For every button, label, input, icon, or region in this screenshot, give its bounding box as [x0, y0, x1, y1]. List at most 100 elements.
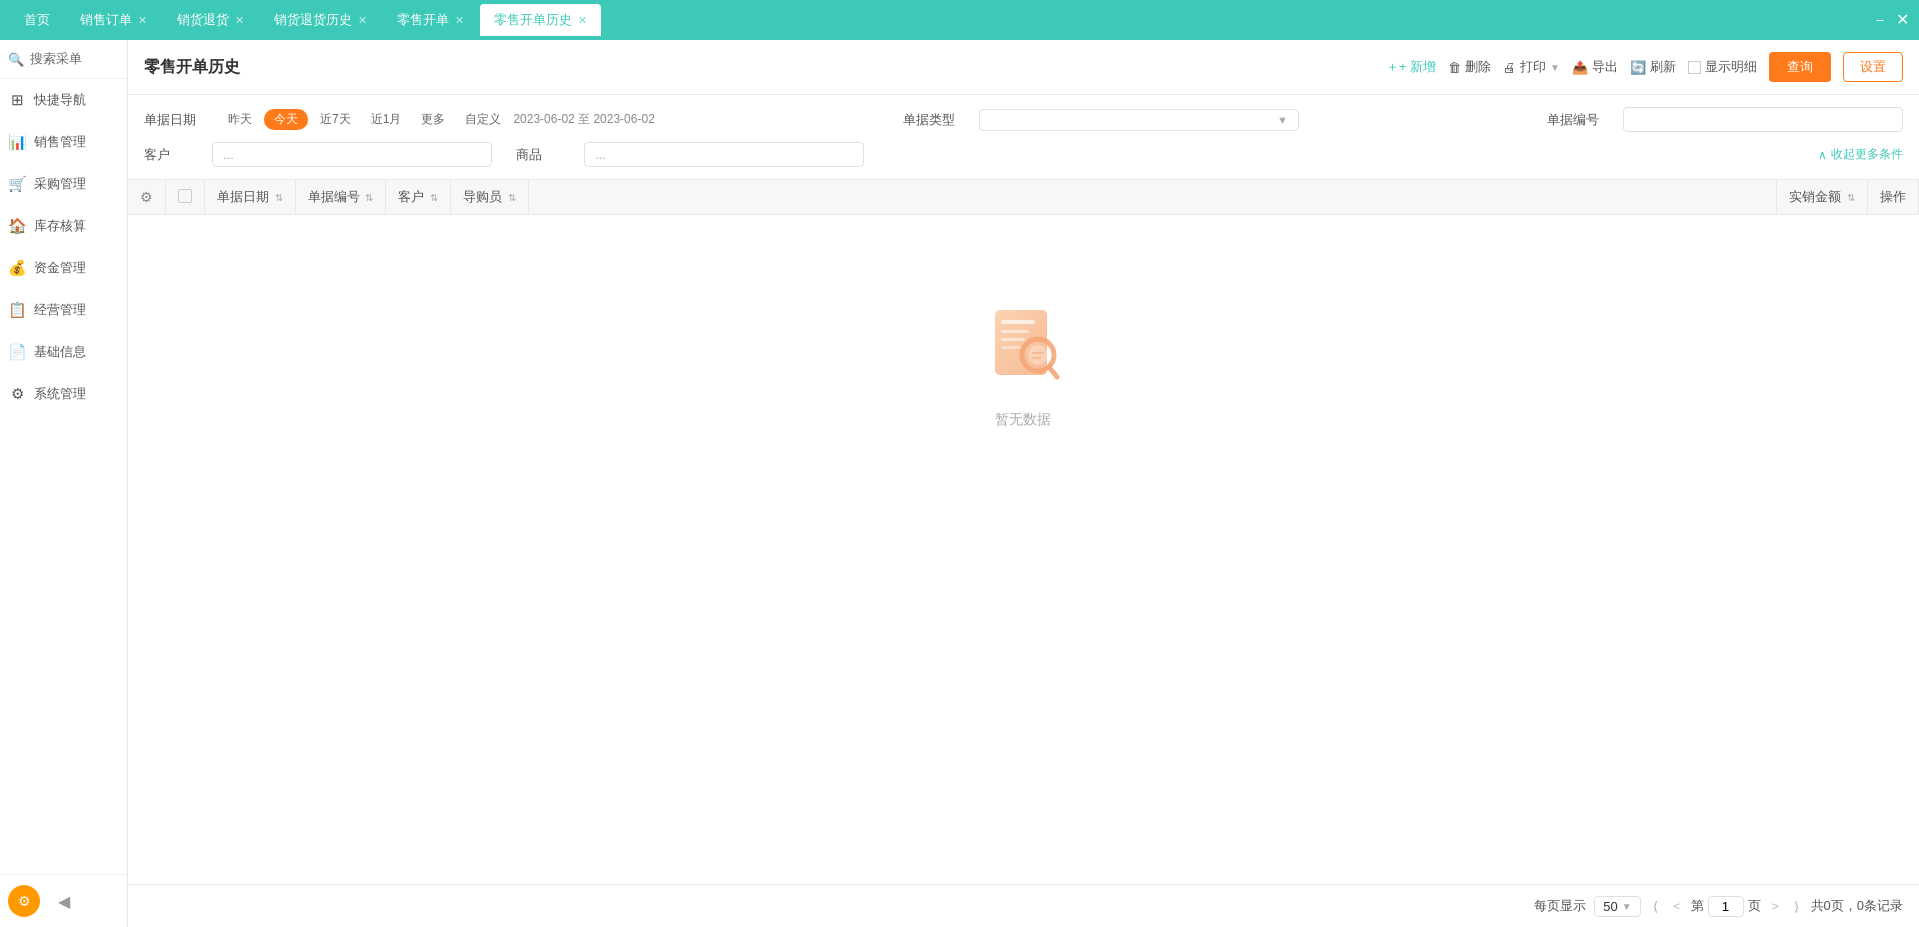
- col-date[interactable]: 单据日期 ⇅: [205, 180, 296, 215]
- query-button[interactable]: 查询: [1769, 52, 1831, 82]
- export-icon: 📤: [1572, 60, 1588, 75]
- filter-row-2: 客户 ... 商品 ... ∧ 收起更多条件: [144, 142, 1903, 167]
- window-controls: － ✕: [1872, 10, 1909, 31]
- close-btn[interactable]: ✕: [1896, 10, 1909, 31]
- last-page-button[interactable]: ⟩: [1790, 897, 1803, 916]
- inventory-icon: 🏠: [8, 217, 26, 235]
- sidebar-item-sales-mgmt[interactable]: 📊 销售管理: [0, 121, 127, 163]
- close-tab-sales-order[interactable]: ✕: [138, 14, 147, 27]
- close-tab-retail-open-history[interactable]: ✕: [578, 14, 587, 27]
- col-spacer: [528, 180, 1777, 215]
- sidebar-item-operations[interactable]: 📋 经营管理: [0, 289, 127, 331]
- goods-filter: 商品 ...: [516, 142, 864, 167]
- add-icon: ＋: [1386, 58, 1399, 76]
- next-page-button[interactable]: ＞: [1765, 895, 1786, 917]
- page-number-input[interactable]: [1708, 896, 1744, 917]
- col-checkbox[interactable]: [166, 180, 205, 215]
- page-end: 页: [1748, 897, 1761, 915]
- date-btn-1month[interactable]: 近1月: [363, 109, 410, 130]
- per-page-arrow: ▼: [1622, 901, 1632, 912]
- basic-info-icon: 📄: [8, 343, 26, 361]
- column-settings-icon[interactable]: ⚙: [140, 189, 153, 205]
- page-word: 第: [1691, 897, 1704, 915]
- minimize-btn[interactable]: －: [1872, 10, 1888, 31]
- date-btn-7days[interactable]: 近7天: [312, 109, 359, 130]
- purchase-mgmt-icon: 🛒: [8, 175, 26, 193]
- sidebar-collapse-button[interactable]: ◀: [48, 885, 80, 917]
- quick-nav-icon: ⊞: [8, 91, 26, 109]
- number-input[interactable]: [1623, 107, 1903, 132]
- page-title: 零售开单历史: [144, 57, 240, 78]
- sidebar-item-finance[interactable]: 💰 资金管理: [0, 247, 127, 289]
- settings-gear-button[interactable]: ⚙: [8, 885, 40, 917]
- add-button[interactable]: ＋ + 新增: [1386, 58, 1436, 76]
- svg-rect-0: [995, 310, 1047, 375]
- per-page-label: 每页显示: [1534, 897, 1586, 915]
- search-icon: 🔍: [8, 52, 24, 67]
- empty-state-row: 暂无数据: [128, 215, 1919, 510]
- col-settings[interactable]: ⚙: [128, 180, 166, 215]
- tab-retail-open[interactable]: 零售开单 ✕: [383, 4, 478, 36]
- date-btn-today[interactable]: 今天: [264, 109, 308, 130]
- close-tab-retail-open[interactable]: ✕: [455, 14, 464, 27]
- tab-sales-order[interactable]: 销售订单 ✕: [66, 4, 161, 36]
- tab-sales-return-history[interactable]: 销货退货历史 ✕: [260, 4, 381, 36]
- first-page-button[interactable]: ⟨: [1649, 897, 1662, 916]
- sidebar-search[interactable]: 🔍 搜索采单: [0, 40, 127, 79]
- close-tab-sales-return-history[interactable]: ✕: [358, 14, 367, 27]
- sort-date-icon[interactable]: ⇅: [275, 192, 283, 203]
- sidebar-item-basic-info[interactable]: 📄 基础信息: [0, 331, 127, 373]
- sort-salesperson-icon[interactable]: ⇅: [508, 192, 516, 203]
- goods-input[interactable]: ...: [584, 142, 864, 167]
- display-detail-button[interactable]: 显示明细: [1688, 58, 1757, 76]
- delete-button[interactable]: 🗑 删除: [1448, 58, 1491, 76]
- delete-icon: 🗑: [1448, 60, 1461, 75]
- empty-state-icon: [973, 295, 1073, 395]
- svg-point-6: [1028, 345, 1048, 365]
- print-button[interactable]: 🖨 打印 ▼: [1503, 58, 1560, 76]
- sidebar-item-inventory[interactable]: 🏠 库存核算: [0, 205, 127, 247]
- col-action: 操作: [1868, 180, 1919, 215]
- page-header: 零售开单历史 ＋ + 新增 🗑 删除 🖨 打印 ▼ 📤 导出: [128, 40, 1919, 95]
- sidebar-item-purchase-mgmt[interactable]: 🛒 采购管理: [0, 163, 127, 205]
- filter-area: 单据日期 昨天 今天 近7天 近1月 更多 自定义 2023-06-02 至 2…: [128, 95, 1919, 180]
- sort-customer-icon[interactable]: ⇅: [430, 192, 438, 203]
- per-page-select[interactable]: 50 ▼: [1594, 896, 1640, 917]
- toolbar: ＋ + 新增 🗑 删除 🖨 打印 ▼ 📤 导出 🔄: [1386, 52, 1903, 82]
- col-amount[interactable]: 实销金额 ⇅: [1777, 180, 1868, 215]
- sidebar-item-quick-nav[interactable]: ⊞ 快捷导航: [0, 79, 127, 121]
- sidebar-item-system[interactable]: ⚙ 系统管理: [0, 373, 127, 415]
- date-btn-more[interactable]: 更多: [413, 109, 453, 130]
- collapse-more-button[interactable]: ∧ 收起更多条件: [1818, 146, 1903, 163]
- tab-home[interactable]: 首页: [10, 4, 64, 36]
- sort-amount-icon[interactable]: ⇅: [1847, 192, 1855, 203]
- finance-icon: 💰: [8, 259, 26, 277]
- refresh-button[interactable]: 🔄 刷新: [1630, 58, 1676, 76]
- date-btn-yesterday[interactable]: 昨天: [220, 109, 260, 130]
- col-number[interactable]: 单据编号 ⇅: [295, 180, 386, 215]
- tab-retail-open-history[interactable]: 零售开单历史 ✕: [480, 4, 601, 36]
- sort-number-icon[interactable]: ⇅: [365, 192, 373, 203]
- empty-text: 暂无数据: [995, 411, 1051, 429]
- svg-rect-3: [1001, 338, 1025, 341]
- sales-mgmt-icon: 📊: [8, 133, 26, 151]
- empty-state: 暂无数据: [128, 215, 1919, 509]
- prev-page-button[interactable]: ＜: [1666, 895, 1687, 917]
- export-button[interactable]: 📤 导出: [1572, 58, 1618, 76]
- top-nav: 首页 销售订单 ✕ 销货退货 ✕ 销货退货历史 ✕ 零售开单 ✕ 零售开单历史 …: [0, 0, 1919, 40]
- tab-sales-return[interactable]: 销货退货 ✕: [163, 4, 258, 36]
- close-tab-sales-return[interactable]: ✕: [235, 14, 244, 27]
- print-dropdown-icon: ▼: [1550, 62, 1560, 73]
- select-all-checkbox[interactable]: [178, 189, 192, 203]
- system-icon: ⚙: [8, 385, 26, 403]
- col-salesperson[interactable]: 导购员 ⇅: [450, 180, 528, 215]
- customer-input[interactable]: ...: [212, 142, 492, 167]
- date-btn-custom[interactable]: 自定义: [457, 109, 509, 130]
- date-range-display: 2023-06-02 至 2023-06-02: [513, 111, 654, 128]
- col-customer[interactable]: 客户 ⇅: [386, 180, 451, 215]
- filter-row-1: 单据日期 昨天 今天 近7天 近1月 更多 自定义 2023-06-02 至 2…: [144, 107, 1903, 132]
- table-wrapper: ⚙ 单据日期 ⇅ 单据编号 ⇅: [128, 180, 1919, 884]
- type-select[interactable]: ▼: [979, 109, 1299, 131]
- sidebar-bottom: ⚙ ◀: [0, 874, 127, 927]
- settings-button[interactable]: 设置: [1843, 52, 1903, 82]
